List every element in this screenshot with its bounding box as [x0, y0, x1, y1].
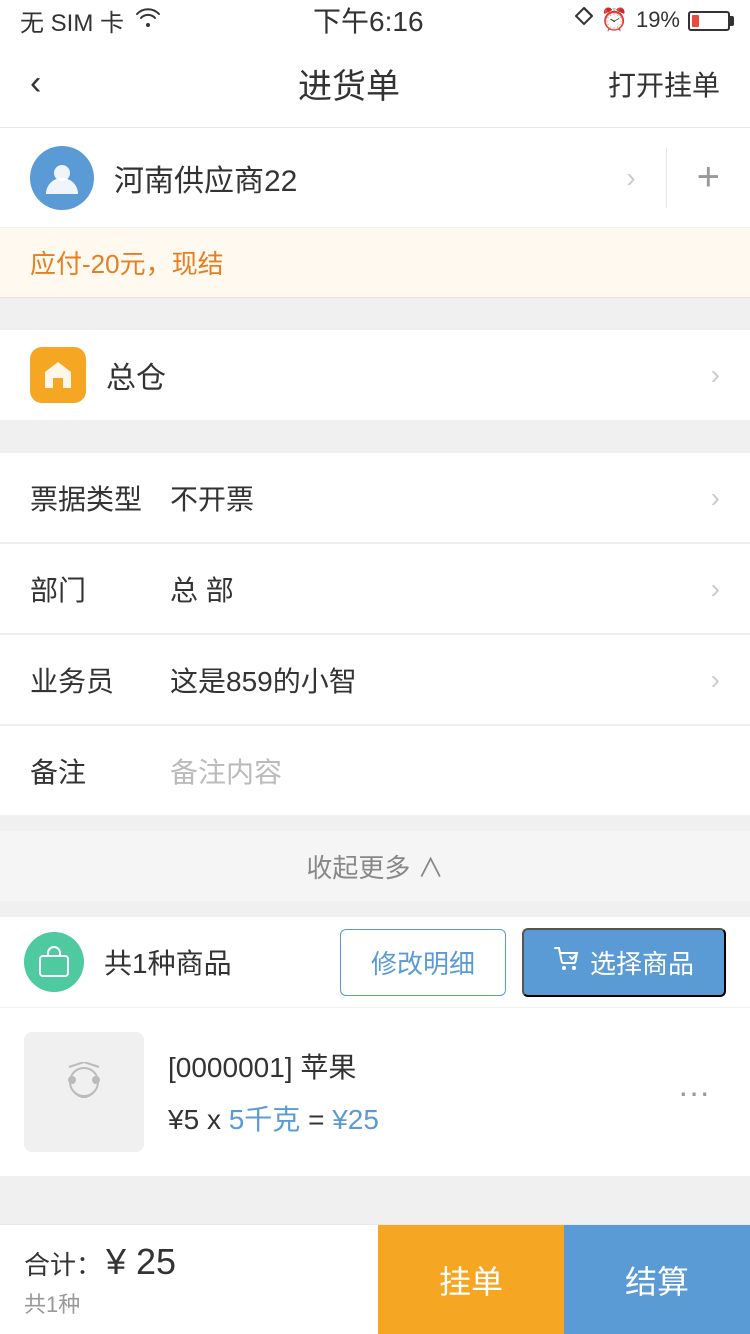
salesman-value: 这是859的小智 [170, 660, 711, 700]
carrier-text: 无 SIM 卡 [20, 3, 124, 38]
product-price: ¥5 x 5千克 = ¥25 [168, 1098, 662, 1138]
hang-order-button[interactable]: 挂单 [378, 1225, 564, 1334]
total-amount: ¥ 25 [106, 1241, 176, 1283]
supplier-arrow-icon: › [626, 162, 635, 194]
total-label: 合计： [24, 1245, 102, 1282]
product-thumbnail [24, 1032, 144, 1152]
note-row[interactable]: 备注 备注内容 [0, 725, 750, 815]
dept-value: 总 部 [170, 569, 711, 609]
total-count: 共1种 [24, 1287, 354, 1319]
checkout-button[interactable]: 结算 [564, 1225, 750, 1334]
product-logo-icon [54, 1062, 114, 1122]
warehouse-name: 总仓 [106, 353, 711, 397]
invoice-label: 票据类型 [30, 478, 170, 518]
product-name: [0000001] 苹果 [168, 1046, 662, 1086]
product-count: 共1种商品 [104, 942, 340, 982]
invoice-row[interactable]: 票据类型 不开票 › [0, 452, 750, 542]
edit-detail-button[interactable]: 修改明细 [340, 929, 506, 996]
warehouse-card[interactable]: 总仓 › [0, 330, 750, 420]
warehouse-icon [30, 347, 86, 403]
note-label: 备注 [30, 751, 170, 791]
cart-icon [554, 947, 582, 978]
salesman-label: 业务员 [30, 660, 170, 700]
form-card: 票据类型 不开票 › 部门 总 部 › 业务员 这是859的小智 › 备注 备注… [0, 452, 750, 815]
nav-bar: ‹ 进货单 打开挂单 [0, 40, 750, 128]
alarm-icon: ⏰ [601, 7, 628, 33]
warehouse-row[interactable]: 总仓 › [0, 330, 750, 420]
dept-label: 部门 [30, 569, 170, 609]
product-info: [0000001] 苹果 ¥5 x 5千克 = ¥25 [168, 1046, 662, 1138]
warehouse-arrow-icon: › [711, 359, 720, 391]
wifi-icon [134, 6, 162, 34]
page-title: 进货单 [298, 59, 400, 108]
payment-notice: 应付-20元，现结 [0, 228, 750, 298]
product-more-button[interactable]: ··· [662, 1064, 726, 1121]
product-header: 共1种商品 修改明细 选择商品 [0, 917, 750, 1007]
select-product-label: 选择商品 [590, 944, 694, 981]
product-item: [0000001] 苹果 ¥5 x 5千克 = ¥25 ··· [0, 1007, 750, 1176]
status-time: 下午6:16 [313, 0, 424, 40]
status-bar: 无 SIM 卡 下午6:16 ⏰ 19% [0, 0, 750, 40]
status-bar-right: ⏰ 19% [575, 7, 730, 33]
supplier-row[interactable]: 河南供应商22 › + [0, 128, 750, 228]
location-icon [575, 7, 593, 33]
supplier-name: 河南供应商22 [114, 156, 626, 200]
battery-icon [688, 7, 730, 33]
invoice-arrow-icon: › [711, 482, 720, 514]
product-icon [24, 932, 84, 992]
salesman-arrow-icon: › [711, 664, 720, 696]
open-pending-button[interactable]: 打开挂单 [608, 64, 720, 104]
back-button[interactable]: ‹ [30, 64, 90, 103]
supplier-avatar [30, 146, 94, 210]
dept-arrow-icon: › [711, 573, 720, 605]
dept-row[interactable]: 部门 总 部 › [0, 543, 750, 633]
bottom-bar: 合计： ¥ 25 共1种 挂单 结算 [0, 1224, 750, 1334]
supplier-card: 河南供应商22 › + 应付-20元，现结 [0, 128, 750, 298]
add-supplier-button[interactable]: + [666, 148, 720, 208]
total-section: 合计： ¥ 25 共1种 [0, 1225, 378, 1334]
battery-percent: 19% [636, 7, 680, 33]
note-input[interactable]: 备注内容 [170, 751, 720, 791]
select-product-button[interactable]: 选择商品 [522, 928, 726, 997]
product-card: 共1种商品 修改明细 选择商品 [0, 917, 750, 1176]
status-bar-left: 无 SIM 卡 [20, 3, 162, 38]
salesman-row[interactable]: 业务员 这是859的小智 › [0, 634, 750, 724]
collapse-button[interactable]: 收起更多 ∧ [0, 831, 750, 901]
invoice-value: 不开票 [170, 478, 711, 518]
